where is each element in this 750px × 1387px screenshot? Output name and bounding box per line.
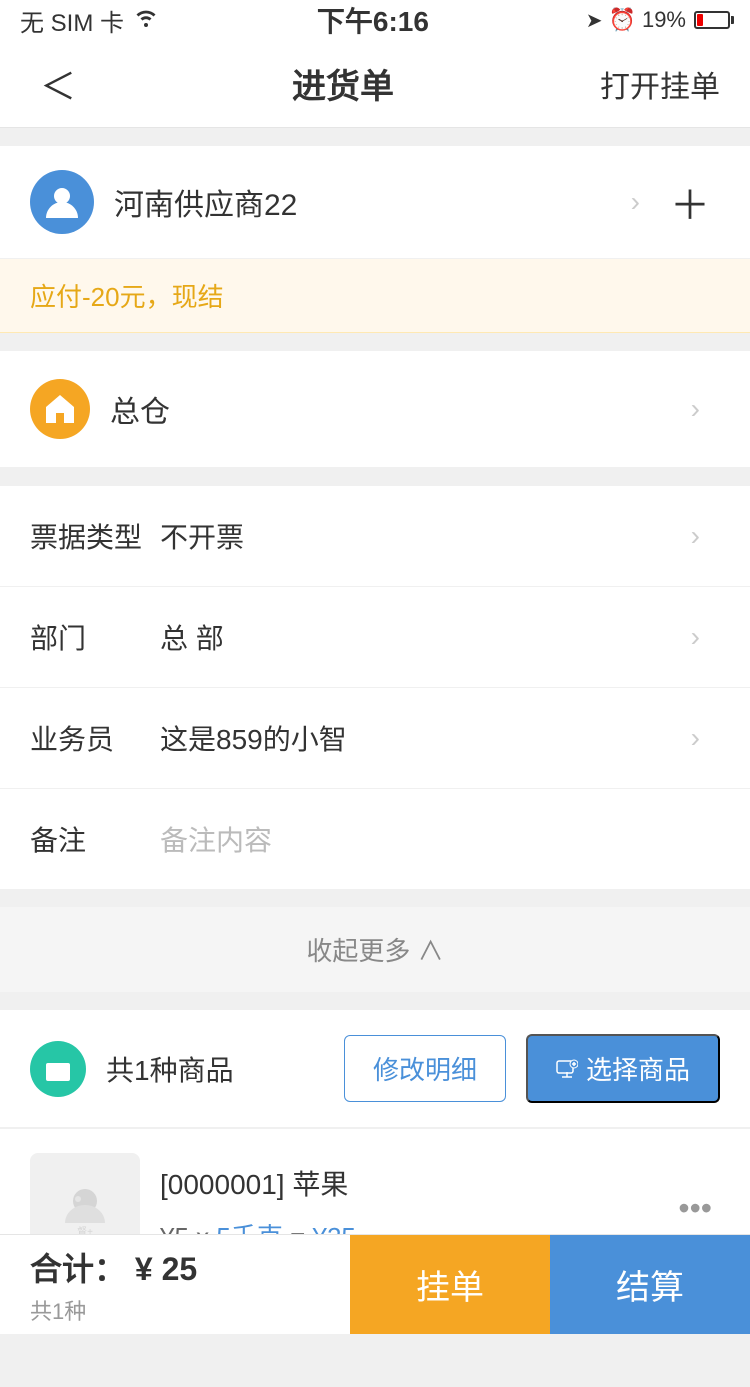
- department-value: 总 部: [160, 617, 691, 657]
- supplier-row[interactable]: 河南供应商22 › ＋: [0, 146, 750, 259]
- hold-button[interactable]: 挂单: [350, 1235, 550, 1334]
- salesman-chevron-icon: ›: [691, 722, 700, 754]
- warehouse-chevron-icon: ›: [691, 393, 700, 425]
- remark-label: 备注: [30, 819, 160, 859]
- warehouse-row[interactable]: 总仓 ›: [0, 351, 750, 467]
- person-icon: [42, 182, 82, 222]
- alarm-icon: ⏰: [609, 7, 636, 33]
- department-chevron-icon: ›: [691, 621, 700, 653]
- total-info: 合计： ¥ 25 共1种: [0, 1244, 350, 1326]
- product-more-button[interactable]: •••: [670, 1182, 720, 1235]
- department-label: 部门: [30, 617, 160, 657]
- salesman-value: 这是859的小智: [160, 718, 691, 758]
- supplier-chevron-icon: ›: [631, 186, 640, 218]
- notice-bar: 应付-20元，现结: [0, 259, 750, 333]
- status-bar: 无 SIM 卡 下午6:16 ➤ ⏰ 19%: [0, 0, 750, 40]
- wifi-icon: [132, 6, 160, 34]
- battery-icon: [694, 11, 730, 29]
- footer: 合计： ¥ 25 共1种 挂单 结算: [0, 1234, 750, 1334]
- product-name: [0000001] 苹果: [160, 1163, 650, 1203]
- ticket-type-value: 不开票: [160, 516, 691, 556]
- warehouse-section: 总仓 ›: [0, 351, 750, 467]
- supplier-section: 河南供应商22 › ＋ 应付-20元，现结: [0, 146, 750, 333]
- remark-row[interactable]: 备注 备注内容: [0, 788, 750, 889]
- page-title: 进货单: [292, 59, 394, 108]
- total-amount: 合计： ¥ 25: [30, 1244, 320, 1290]
- total-value: ¥ 25: [135, 1251, 197, 1287]
- location-icon: ➤: [586, 8, 603, 33]
- product-count-text: 共1种商品: [106, 1049, 324, 1089]
- battery-percentage: 19%: [642, 7, 686, 33]
- warehouse-name: 总仓: [110, 387, 691, 431]
- ticket-type-row[interactable]: 票据类型 不开票 ›: [0, 485, 750, 586]
- status-time: 下午6:16: [317, 0, 429, 40]
- form-section: 票据类型 不开票 › 部门 总 部 › 业务员 这是859的小智 › 备注 备注…: [0, 485, 750, 889]
- ticket-type-chevron-icon: ›: [691, 520, 700, 552]
- department-row[interactable]: 部门 总 部 ›: [0, 586, 750, 687]
- nav-bar: ＜ 进货单 打开挂单: [0, 40, 750, 128]
- checkout-button[interactable]: 结算: [550, 1235, 750, 1334]
- warehouse-icon: [30, 379, 90, 439]
- ticket-type-label: 票据类型: [30, 516, 160, 556]
- shopping-bag-icon: [42, 1053, 74, 1085]
- product-placeholder-icon: 督+: [50, 1173, 120, 1243]
- product-fruit-name: 苹果: [292, 1169, 348, 1200]
- edit-detail-button[interactable]: 修改明细: [344, 1035, 506, 1102]
- select-product-label: 选择商品: [586, 1050, 690, 1087]
- back-button[interactable]: ＜: [30, 48, 86, 120]
- total-count: 共1种: [30, 1294, 320, 1326]
- status-right: ➤ ⏰ 19%: [586, 7, 730, 33]
- salesman-label: 业务员: [30, 718, 160, 758]
- product-count-icon: [30, 1041, 86, 1097]
- supplier-avatar: [30, 170, 94, 234]
- supplier-name: 河南供应商22: [114, 180, 631, 224]
- select-product-button[interactable]: 选择商品: [526, 1034, 720, 1103]
- total-label: 合计：: [30, 1251, 126, 1287]
- carrier-text: 无 SIM 卡: [20, 3, 124, 38]
- collapse-bar[interactable]: 收起更多 ∧: [0, 907, 750, 992]
- open-hold-button[interactable]: 打开挂单: [600, 62, 720, 106]
- home-icon: [42, 391, 78, 427]
- product-code: [0000001]: [160, 1169, 285, 1200]
- add-button[interactable]: ＋: [660, 173, 720, 231]
- product-header: 共1种商品 修改明细 选择商品: [0, 1010, 750, 1127]
- salesman-row[interactable]: 业务员 这是859的小智 ›: [0, 687, 750, 788]
- select-product-icon: [556, 1058, 578, 1080]
- status-left: 无 SIM 卡: [20, 3, 160, 38]
- remark-placeholder: 备注内容: [160, 819, 720, 859]
